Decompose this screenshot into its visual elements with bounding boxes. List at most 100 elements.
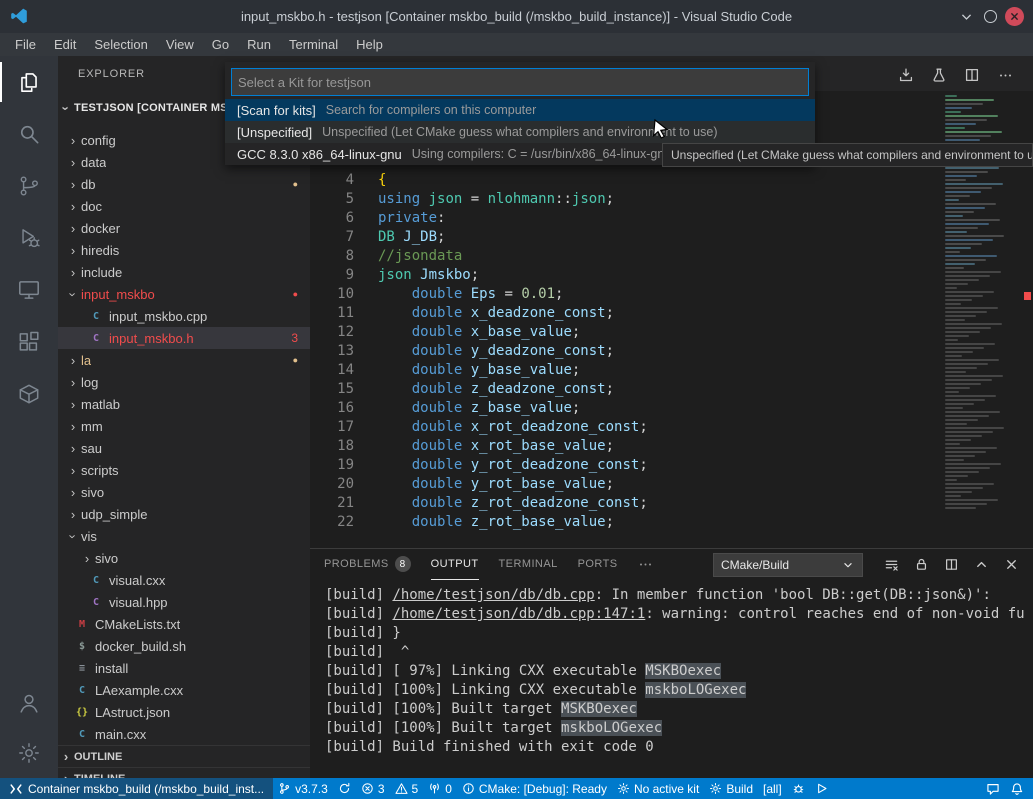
tree-item-LAexample.cxx[interactable]: C LAexample.cxx — [58, 679, 310, 701]
titlebar: input_mskbo.h - testjson [Container mskb… — [0, 0, 1033, 33]
activitybar-accounts[interactable] — [0, 678, 58, 728]
minimize-button[interactable] — [957, 7, 976, 26]
file-link[interactable]: /home/testjson/db/db.cpp:147:1 — [392, 606, 645, 622]
quickpick-input[interactable] — [238, 74, 802, 90]
status-forwarded-ports[interactable]: 0 — [423, 778, 457, 799]
output-channel-select[interactable]: CMake/Build — [713, 552, 863, 577]
tree-item-label: sivo — [81, 484, 105, 500]
split-editor-icon[interactable] — [962, 65, 982, 85]
tree-item-docker[interactable]: › docker — [58, 217, 310, 239]
activitybar-extensions[interactable] — [0, 316, 58, 368]
activitybar-settings[interactable] — [0, 728, 58, 778]
tree-item-matlab[interactable]: › matlab — [58, 393, 310, 415]
menu-help[interactable]: Help — [347, 37, 392, 52]
tree-item-sivo[interactable]: › sivo — [58, 481, 310, 503]
container-icon — [16, 381, 42, 407]
file-link[interactable]: /home/testjson/db/db.cpp — [392, 587, 594, 603]
remote-indicator[interactable]: Container mskbo_build (/mskbo_build_inst… — [0, 778, 274, 799]
tree-item-sau[interactable]: › sau — [58, 437, 310, 459]
menu-terminal[interactable]: Terminal — [280, 37, 347, 52]
status-cmake-kit[interactable]: No active kit — [612, 778, 704, 799]
tree-item-la[interactable]: › la ● — [58, 349, 310, 371]
timeline-section[interactable]: › TIMELINE — [58, 767, 310, 778]
status-cmake-build[interactable]: Build — [704, 778, 758, 799]
status-debug-target[interactable] — [787, 778, 810, 799]
status-sync[interactable] — [333, 778, 356, 799]
tree-item-db[interactable]: › db ● — [58, 173, 310, 195]
tree-item-install[interactable]: ≡ install — [58, 657, 310, 679]
activitybar-containers[interactable] — [0, 368, 58, 420]
quickpick-item-0[interactable]: [Scan for kits] Search for compilers on t… — [225, 99, 815, 121]
tree-item-main.cxx[interactable]: Cmain.cxx — [58, 723, 310, 745]
tree-item-visual.hpp[interactable]: Cvisual.hpp — [58, 591, 310, 613]
close-button[interactable] — [1005, 7, 1024, 26]
tree-item-scripts[interactable]: › scripts — [58, 459, 310, 481]
quickpick-item-1[interactable]: [Unspecified] Unspecified (Let CMake gues… — [225, 121, 815, 143]
tree-item-vis[interactable]: › vis — [58, 525, 310, 547]
code-line: 13 double y_deadzone_const; — [310, 342, 648, 361]
status-launch-target[interactable] — [810, 778, 833, 799]
tree-item-CMakeLists.txt[interactable]: M CMakeLists.txt — [58, 613, 310, 635]
tree-item-label: input_mskbo.cpp — [109, 308, 208, 324]
tree-item-hiredis[interactable]: › hiredis — [58, 239, 310, 261]
activitybar-explorer[interactable] — [0, 56, 58, 108]
json-file-icon: {} — [75, 706, 89, 718]
output-line: [build] /home/testjson/db/db.cpp:147:1: … — [325, 606, 1025, 622]
header-file-icon: C — [92, 596, 100, 608]
activitybar-remote-explorer[interactable] — [0, 264, 58, 316]
tree-item-sivo[interactable]: › sivo — [58, 547, 310, 569]
menu-edit[interactable]: Edit — [45, 37, 85, 52]
tree-item-label: data — [81, 154, 107, 170]
menu-selection[interactable]: Selection — [85, 37, 156, 52]
shell-file-icon: $ — [78, 640, 86, 652]
tree-item-visual.cxx[interactable]: Cvisual.cxx — [58, 569, 310, 591]
chevron-up-icon[interactable] — [974, 557, 989, 572]
menu-file[interactable]: File — [6, 37, 45, 52]
line-number: 14 — [337, 362, 354, 378]
tree-item-log[interactable]: › log — [58, 371, 310, 393]
activitybar-run-debug[interactable] — [0, 212, 58, 264]
menu-run[interactable]: Run — [238, 37, 280, 52]
tree-item-LAstruct.json[interactable]: {} LAstruct.json — [58, 701, 310, 723]
chevron-right-icon: › — [58, 771, 74, 778]
code-editor[interactable]: 4{5 using json = nlohmann::json; 6 private:… — [310, 171, 648, 532]
status-feedback[interactable] — [981, 778, 1005, 799]
menu-go[interactable]: Go — [203, 37, 238, 52]
status-notifications[interactable] — [1005, 778, 1029, 799]
tree-item-doc[interactable]: › doc — [58, 195, 310, 217]
panel-tab-problems[interactable]: PROBLEMS 8 — [324, 549, 411, 580]
panel-tab-output[interactable]: OUTPUT — [430, 549, 479, 580]
tree-item-docker_build.sh[interactable]: $ docker_build.sh — [58, 635, 310, 657]
tree-item-input_mskbo.h[interactable]: Cinput_mskbo.h 3 — [58, 327, 310, 349]
tree-item-label: udp_simple — [81, 506, 148, 522]
panel-tab-terminal[interactable]: TERMINAL — [499, 549, 558, 580]
beaker-icon[interactable] — [929, 65, 949, 85]
status-cmake-target[interactable]: [all] — [758, 778, 787, 799]
desktop-download-icon[interactable] — [896, 65, 916, 85]
activitybar-source-control[interactable] — [0, 160, 58, 212]
split-panel-icon[interactable] — [944, 557, 959, 572]
more-icon[interactable] — [995, 65, 1015, 85]
panel-tab-ports[interactable]: PORTS — [578, 549, 618, 580]
status-cmake-status[interactable]: CMake: [Debug]: Ready — [457, 778, 612, 799]
clear-output-icon[interactable] — [884, 557, 899, 572]
more-icon[interactable] — [638, 557, 653, 572]
tree-item-input_mskbo[interactable]: › input_mskbo ● — [58, 283, 310, 305]
output-console[interactable]: [build] /home/testjson/db/db.cpp: In mem… — [310, 580, 1033, 778]
status-git-branch[interactable]: v3.7.3 — [273, 778, 333, 799]
status-warnings[interactable]: 5 — [390, 778, 424, 799]
tree-item-udp_simple[interactable]: › udp_simple — [58, 503, 310, 525]
status-errors[interactable]: 3 — [356, 778, 390, 799]
maximize-button[interactable] — [984, 10, 997, 23]
tree-item-label: visual.cxx — [109, 572, 166, 588]
close-panel-icon[interactable] — [1004, 557, 1019, 572]
tree-item-include[interactable]: › include — [58, 261, 310, 283]
outline-section[interactable]: › OUTLINE — [58, 745, 310, 767]
lock-icon[interactable] — [914, 557, 929, 572]
tree-item-mm[interactable]: › mm — [58, 415, 310, 437]
activitybar-search[interactable] — [0, 108, 58, 160]
tree-item-input_mskbo.cpp[interactable]: Cinput_mskbo.cpp — [58, 305, 310, 327]
remote-label: Container mskbo_build (/mskbo_build_inst… — [28, 781, 265, 796]
chevron-right-icon: › — [70, 484, 76, 500]
menu-view[interactable]: View — [157, 37, 203, 52]
